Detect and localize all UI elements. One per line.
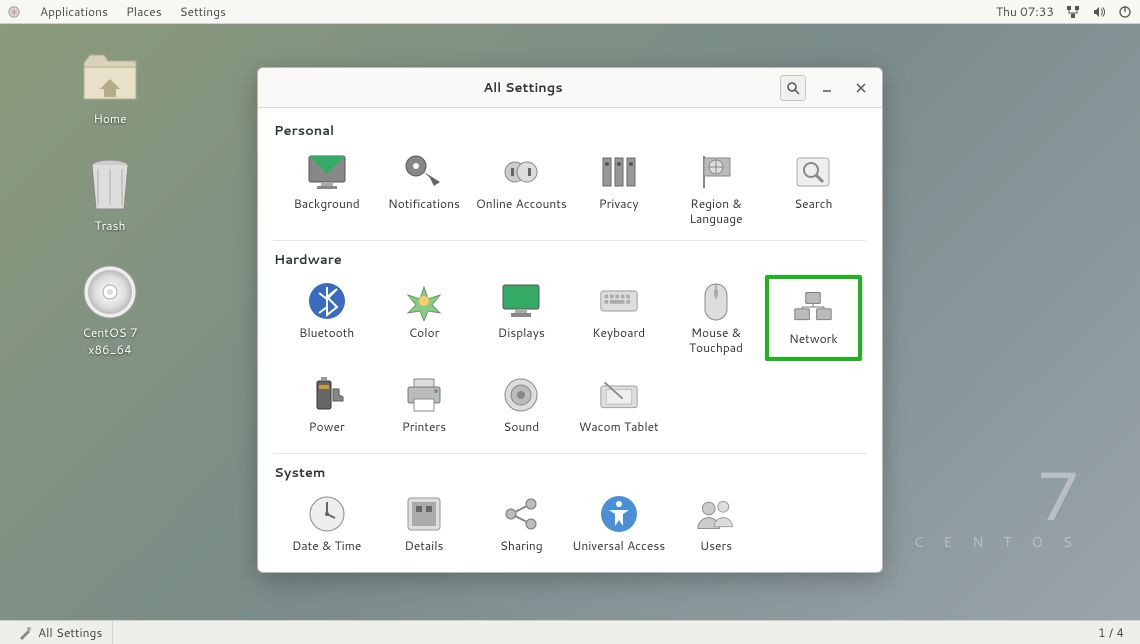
settings-users[interactable]: Users bbox=[667, 488, 764, 564]
search-button[interactable] bbox=[780, 75, 806, 101]
settings-power[interactable]: Power bbox=[278, 369, 375, 445]
workspace-pager[interactable]: 1 / 4 bbox=[1090, 624, 1132, 641]
online-accounts-icon bbox=[501, 152, 541, 192]
sound-icon bbox=[501, 375, 541, 415]
menu-settings[interactable]: Settings bbox=[180, 3, 226, 20]
settings-background[interactable]: Background bbox=[278, 146, 375, 232]
section-title-personal: Personal bbox=[258, 112, 882, 146]
keyboard-icon bbox=[599, 281, 639, 321]
bottom-panel: All Settings 1 / 4 bbox=[0, 620, 1140, 644]
settings-color[interactable]: Color bbox=[375, 275, 472, 361]
settings-details[interactable]: Details bbox=[375, 488, 472, 564]
centos-logo-icon bbox=[8, 5, 22, 19]
notifications-icon bbox=[404, 152, 444, 192]
clock[interactable]: Thu 07:33 bbox=[996, 3, 1054, 20]
volume-icon[interactable] bbox=[1092, 5, 1106, 19]
taskbar-item-label: All Settings bbox=[38, 624, 102, 641]
sharing-icon bbox=[501, 494, 541, 534]
desktop-icon-label: Home bbox=[93, 110, 126, 127]
settings-network[interactable]: Network bbox=[765, 275, 862, 361]
settings-sound[interactable]: Sound bbox=[473, 369, 570, 445]
bluetooth-icon bbox=[307, 281, 347, 321]
trash-icon bbox=[82, 157, 138, 213]
settings-date-time[interactable]: Date & Time bbox=[278, 488, 375, 564]
settings-printers[interactable]: Printers bbox=[375, 369, 472, 445]
settings-region-language[interactable]: Region & Language bbox=[667, 146, 764, 232]
settings-notifications[interactable]: Notifications bbox=[375, 146, 472, 232]
users-icon bbox=[696, 494, 736, 534]
section-title-system: System bbox=[258, 454, 882, 488]
settings-mouse-touchpad[interactable]: Mouse & Touchpad bbox=[667, 275, 764, 361]
centos-watermark: 7 C E N T O S bbox=[914, 460, 1080, 552]
universal-access-icon bbox=[599, 494, 639, 534]
power-settings-icon bbox=[307, 375, 347, 415]
settings-displays[interactable]: Displays bbox=[473, 275, 570, 361]
printers-icon bbox=[404, 375, 444, 415]
region-language-icon bbox=[696, 152, 736, 192]
network-status-icon[interactable] bbox=[1066, 5, 1080, 19]
settings-privacy[interactable]: Privacy bbox=[570, 146, 667, 232]
menu-places[interactable]: Places bbox=[126, 3, 162, 20]
cd-icon bbox=[82, 264, 138, 320]
displays-icon bbox=[501, 281, 541, 321]
folder-home-icon bbox=[82, 50, 138, 106]
desktop-icons: Home Trash CentOS 7 x86_64 bbox=[60, 50, 160, 358]
settings-online-accounts[interactable]: Online Accounts bbox=[473, 146, 570, 232]
power-icon[interactable] bbox=[1118, 5, 1132, 19]
minimize-button[interactable] bbox=[814, 75, 840, 101]
settings-keyboard[interactable]: Keyboard bbox=[570, 275, 667, 361]
settings-sharing[interactable]: Sharing bbox=[473, 488, 570, 564]
settings-wacom[interactable]: Wacom Tablet bbox=[570, 369, 667, 445]
desktop-icon-label: CentOS 7 x86_64 bbox=[60, 324, 160, 358]
search-settings-icon bbox=[793, 152, 833, 192]
desktop-icon-label: Trash bbox=[95, 217, 126, 234]
color-icon bbox=[404, 281, 444, 321]
top-panel: Applications Places Settings Thu 07:33 bbox=[0, 0, 1140, 24]
titlebar: All Settings bbox=[258, 68, 882, 108]
settings-window: All Settings Personal Background Notific… bbox=[257, 67, 883, 573]
close-button[interactable] bbox=[848, 75, 874, 101]
window-title: All Settings bbox=[266, 79, 780, 97]
desktop-icon-trash[interactable]: Trash bbox=[60, 157, 160, 234]
desktop-icon-cd[interactable]: CentOS 7 x86_64 bbox=[60, 264, 160, 358]
network-icon bbox=[793, 287, 833, 327]
settings-task-icon bbox=[18, 626, 32, 640]
clock-icon bbox=[307, 494, 347, 534]
wacom-icon bbox=[599, 375, 639, 415]
privacy-icon bbox=[599, 152, 639, 192]
background-icon bbox=[307, 152, 347, 192]
settings-universal-access[interactable]: Universal Access bbox=[570, 488, 667, 564]
taskbar-item-all-settings[interactable]: All Settings bbox=[8, 621, 113, 644]
settings-bluetooth[interactable]: Bluetooth bbox=[278, 275, 375, 361]
details-icon bbox=[404, 494, 444, 534]
menu-applications[interactable]: Applications bbox=[40, 3, 108, 20]
desktop-icon-home[interactable]: Home bbox=[60, 50, 160, 127]
section-title-hardware: Hardware bbox=[258, 241, 882, 275]
mouse-icon bbox=[696, 281, 736, 321]
settings-search[interactable]: Search bbox=[765, 146, 862, 232]
